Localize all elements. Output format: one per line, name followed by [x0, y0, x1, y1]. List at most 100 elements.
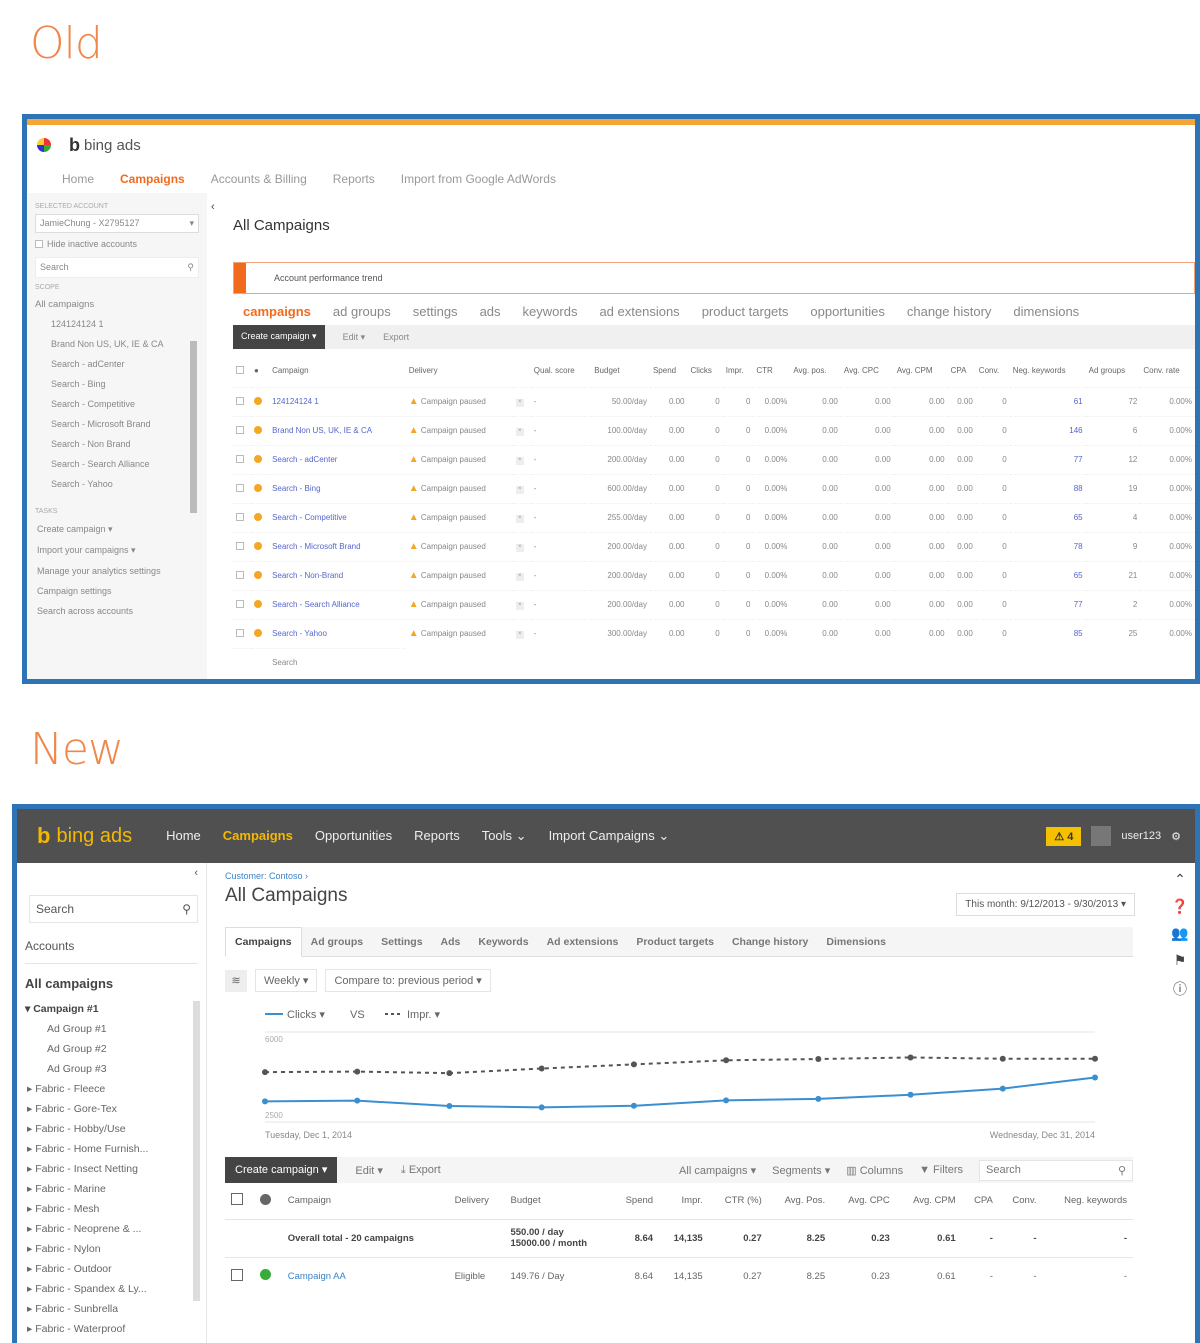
- campaign-tree-item[interactable]: ▸ Fabric - Home Furnish...: [25, 1139, 198, 1159]
- tab-ad-extensions[interactable]: ad extensions: [599, 304, 679, 319]
- campaign-tree-item[interactable]: ▸ Fabric - Insect Netting: [25, 1159, 198, 1179]
- scrollbar[interactable]: [190, 341, 197, 513]
- breadcrumb[interactable]: Customer: Contoso ›: [225, 871, 1185, 881]
- cell-neg[interactable]: 61: [1009, 386, 1086, 416]
- filters-button[interactable]: ▼ Filters: [919, 1164, 963, 1176]
- campaign-tree-item[interactable]: Search - adCenter: [35, 354, 199, 374]
- expand-arrow-icon[interactable]: ▸: [27, 1203, 32, 1215]
- campaign-tree-item[interactable]: Brand Non US, UK, IE & CA: [35, 334, 199, 354]
- nav-item-campaigns[interactable]: Campaigns: [120, 172, 185, 186]
- sidebar-search-input[interactable]: Search ⚲: [29, 895, 198, 923]
- bing-ads-logo[interactable]: b bing ads: [37, 823, 132, 849]
- expand-arrow-icon[interactable]: ▸: [27, 1303, 32, 1315]
- segments-dropdown[interactable]: Segments ▾: [772, 1164, 830, 1177]
- campaign-tree-item[interactable]: ▸ Fabric - Nylon: [25, 1239, 198, 1259]
- tab-opportunities[interactable]: opportunities: [810, 304, 884, 319]
- expand-arrow-icon[interactable]: ▸: [27, 1103, 32, 1115]
- help-icon[interactable]: ❓: [1171, 898, 1188, 915]
- nav-item-home[interactable]: Home: [166, 828, 201, 844]
- column-header[interactable]: Budget: [591, 355, 650, 387]
- expand-arrow-icon[interactable]: ▸: [27, 1263, 32, 1275]
- dismiss-icon[interactable]: ×: [512, 415, 531, 445]
- task-link[interactable]: Campaign settings: [35, 581, 199, 601]
- dismiss-icon[interactable]: ×: [512, 560, 531, 590]
- all-campaigns-filter[interactable]: All campaigns ▾: [679, 1164, 756, 1177]
- expand-arrow-icon[interactable]: ▸: [27, 1163, 32, 1175]
- dismiss-icon[interactable]: ×: [512, 589, 531, 619]
- task-link[interactable]: Manage your analytics settings: [35, 561, 199, 581]
- people-icon[interactable]: 👥: [1171, 925, 1188, 942]
- columns-button[interactable]: ▥ Columns: [846, 1164, 903, 1177]
- column-header[interactable]: Campaign: [269, 355, 406, 387]
- accounts-link[interactable]: Accounts: [25, 939, 198, 964]
- campaign-tree-item[interactable]: Search - Yahoo: [35, 474, 199, 494]
- row-checkbox[interactable]: [225, 1256, 254, 1295]
- create-campaign-button[interactable]: Create campaign ▾: [225, 1157, 338, 1183]
- column-header[interactable]: Impr.: [659, 1183, 709, 1219]
- column-header[interactable]: Spend: [611, 1183, 659, 1219]
- all-campaigns-link[interactable]: All campaigns: [35, 295, 199, 314]
- edit-button[interactable]: Edit ▾: [355, 1164, 383, 1177]
- task-link[interactable]: Search across accounts: [35, 601, 199, 621]
- row-checkbox[interactable]: [233, 473, 252, 503]
- export-button[interactable]: ⤓ Export: [401, 1164, 441, 1177]
- column-header[interactable]: CTR: [753, 355, 790, 387]
- cell-neg[interactable]: 88: [1009, 473, 1086, 503]
- legend-impr-label[interactable]: Impr. ▾: [407, 1009, 441, 1021]
- compare-dropdown[interactable]: Compare to: previous period ▾: [325, 969, 491, 992]
- cell-neg[interactable]: 65: [1009, 560, 1086, 590]
- create-campaign-button[interactable]: Create campaign ▾: [233, 325, 325, 349]
- performance-trend-panel[interactable]: Account performance trend: [233, 262, 1195, 294]
- tab-settings[interactable]: Settings: [372, 928, 431, 956]
- expand-arrow-icon[interactable]: ▸: [27, 1283, 32, 1295]
- column-header[interactable]: Clicks: [688, 355, 723, 387]
- campaign-tree-item[interactable]: ▸ Fabric - Marine: [25, 1179, 198, 1199]
- column-header[interactable]: Avg. CPM: [894, 355, 948, 387]
- tab-product-targets[interactable]: Product targets: [627, 928, 723, 956]
- campaign-tree-item[interactable]: ▸ Fabric - Spandex & Ly...: [25, 1279, 198, 1299]
- sidebar-search-input[interactable]: Search ⚲: [35, 257, 199, 278]
- campaign-tree-item[interactable]: ▾ Campaign #1: [25, 999, 198, 1019]
- settings-gear-icon[interactable]: ⚙: [1171, 830, 1181, 843]
- nav-item-accounts-billing[interactable]: Accounts & Billing: [211, 172, 307, 186]
- granularity-dropdown[interactable]: Weekly ▾: [255, 969, 318, 992]
- cell-neg[interactable]: 78: [1009, 531, 1086, 561]
- cell-neg[interactable]: 77: [1009, 444, 1086, 474]
- collapse-sidebar-icon[interactable]: ‹: [207, 193, 225, 679]
- campaign-tree-item[interactable]: ▸ Fabric - Outdoor: [25, 1259, 198, 1279]
- nav-item-reports[interactable]: Reports: [333, 172, 375, 186]
- expand-arrow-icon[interactable]: ▸: [27, 1243, 32, 1255]
- campaign-link[interactable]: Search - Bing: [269, 473, 406, 503]
- nav-item-home[interactable]: Home: [62, 172, 94, 186]
- campaign-tree-item[interactable]: ▸ Fabric - Neoprene & ...: [25, 1219, 198, 1239]
- campaign-link[interactable]: 124124124 1: [269, 386, 406, 416]
- alerts-button[interactable]: ⚠ 4: [1046, 826, 1082, 846]
- column-header[interactable]: Conv.: [999, 1183, 1043, 1219]
- column-header[interactable]: Neg. keywords: [1010, 355, 1086, 387]
- column-header[interactable]: Conv. rate: [1140, 355, 1195, 387]
- campaign-link[interactable]: Search - adCenter: [269, 444, 406, 474]
- campaign-tree-item[interactable]: Search - Competitive: [35, 394, 199, 414]
- tab-ad-extensions[interactable]: Ad extensions: [538, 928, 628, 956]
- tab-campaigns[interactable]: campaigns: [243, 304, 311, 319]
- column-header[interactable]: Avg. CPC: [831, 1183, 896, 1219]
- campaign-link[interactable]: Search - Microsoft Brand: [269, 531, 406, 561]
- campaign-tree-item[interactable]: Search - Non Brand: [35, 434, 199, 454]
- column-header[interactable]: Avg. Pos.: [768, 1183, 831, 1219]
- row-checkbox[interactable]: [233, 444, 252, 474]
- column-header[interactable]: CPA: [962, 1183, 999, 1219]
- campaign-tree-item[interactable]: ▸ Fabric - Hobby/Use: [25, 1119, 198, 1139]
- column-header[interactable]: Delivery: [449, 1183, 505, 1219]
- campaign-tree-item[interactable]: Search - Bing: [35, 374, 199, 394]
- campaign-tree-item[interactable]: ▸ Fabric - Mesh: [25, 1199, 198, 1219]
- tab-ad-groups[interactable]: Ad groups: [302, 928, 373, 956]
- legend-clicks-label[interactable]: Clicks ▾: [287, 1009, 325, 1021]
- campaign-tree-item[interactable]: ▸ Fabric - Sunbrella: [25, 1299, 198, 1319]
- row-checkbox[interactable]: [233, 560, 252, 590]
- cell-neg[interactable]: 65: [1009, 502, 1086, 532]
- ad-group-tree-item[interactable]: Ad Group #2: [25, 1039, 198, 1059]
- tab-ads[interactable]: ads: [480, 304, 501, 319]
- scroll-up-icon[interactable]: ⌃: [1174, 871, 1186, 888]
- dismiss-icon[interactable]: ×: [512, 502, 531, 532]
- chart-toggle-icon[interactable]: ≋: [225, 969, 247, 992]
